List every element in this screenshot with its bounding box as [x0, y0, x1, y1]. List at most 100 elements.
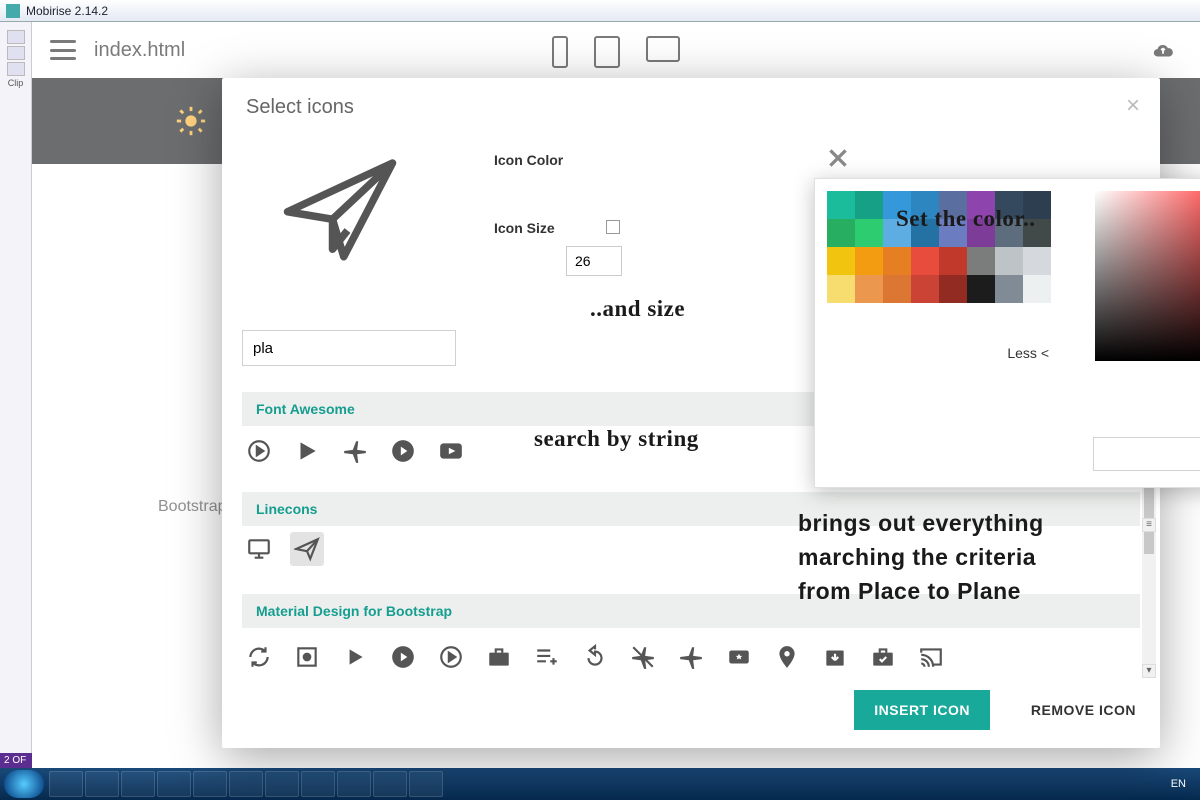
play-circle-outline-icon[interactable] — [434, 640, 468, 674]
taskbar-item[interactable] — [49, 771, 83, 797]
icon-search-input[interactable] — [242, 330, 456, 366]
replay-icon[interactable] — [578, 640, 612, 674]
color-swatch[interactable] — [883, 247, 911, 275]
popover-close-icon[interactable] — [825, 145, 851, 171]
youtube-play-icon[interactable] — [434, 434, 468, 468]
icon-preview — [260, 138, 420, 278]
play-circle-filled-icon[interactable] — [386, 640, 420, 674]
color-swatch[interactable] — [827, 191, 855, 219]
color-swatch[interactable] — [967, 191, 995, 219]
refresh-icon[interactable] — [242, 640, 276, 674]
play-circle-solid-icon[interactable] — [386, 434, 420, 468]
briefcase-check-icon[interactable] — [866, 640, 900, 674]
insert-icon-button[interactable]: INSERT ICON — [854, 690, 990, 730]
app-surface: index.html Bootstrap ... of t ... frar .… — [32, 22, 1200, 768]
paper-plane-icon — [270, 148, 410, 268]
app-logo-icon — [6, 4, 20, 18]
play-solid-icon[interactable] — [290, 434, 324, 468]
clipboard-label: Clip — [0, 78, 31, 88]
color-swatch[interactable] — [827, 247, 855, 275]
archive-down-icon[interactable] — [818, 640, 852, 674]
color-swatch[interactable] — [939, 247, 967, 275]
airplane-icon[interactable] — [674, 640, 708, 674]
scrollbar-down[interactable]: ▾ — [1142, 664, 1156, 678]
icon-size-input[interactable] — [566, 246, 622, 276]
color-swatch[interactable] — [911, 219, 939, 247]
modal-title: Select icons — [222, 78, 1160, 127]
taskbar-item[interactable] — [85, 771, 119, 797]
briefcase-icon[interactable] — [482, 640, 516, 674]
icon-size-checkbox[interactable] — [606, 220, 620, 234]
taskbar-item[interactable] — [337, 771, 371, 797]
display-icon[interactable] — [242, 532, 276, 566]
annotation-and-size: ..and size — [590, 296, 685, 322]
taskbar-language[interactable]: EN — [1161, 778, 1196, 790]
less-colors-link[interactable]: Less < — [827, 345, 1049, 361]
taskbar-item[interactable] — [229, 771, 263, 797]
color-swatch[interactable] — [967, 247, 995, 275]
color-swatch[interactable] — [995, 275, 1023, 303]
airplane-off-icon[interactable] — [626, 640, 660, 674]
color-swatch[interactable] — [967, 219, 995, 247]
icon-row-linecons — [242, 532, 324, 566]
annotation-search: search by string — [534, 426, 699, 452]
local-play-icon[interactable] — [722, 640, 756, 674]
color-swatch[interactable] — [827, 219, 855, 247]
play-circle-outline-icon[interactable] — [242, 434, 276, 468]
playlist-add-icon[interactable] — [530, 640, 564, 674]
icon-row-fontawesome — [242, 434, 468, 468]
word-statusbar: 2 OF — [0, 753, 32, 768]
icon-color-label: Icon Color — [494, 152, 563, 168]
modal-close-button[interactable]: × — [1126, 92, 1140, 120]
color-swatch[interactable] — [855, 219, 883, 247]
color-swatch[interactable] — [967, 275, 995, 303]
windows-taskbar[interactable]: EN — [0, 768, 1200, 800]
color-hex-input[interactable] — [1093, 437, 1200, 471]
color-swatch[interactable] — [995, 219, 1023, 247]
taskbar-item[interactable] — [409, 771, 443, 797]
office-ribbon-strip: Clip — [0, 22, 32, 768]
color-swatch[interactable] — [855, 191, 883, 219]
color-picker-popover: Less < ✕ — [814, 178, 1200, 488]
color-swatch[interactable] — [911, 275, 939, 303]
remove-icon-button[interactable]: REMOVE ICON — [1031, 690, 1136, 730]
play-arrow-icon[interactable] — [338, 640, 372, 674]
color-swatch[interactable] — [883, 275, 911, 303]
plane-icon[interactable] — [338, 434, 372, 468]
color-swatch[interactable] — [1023, 247, 1051, 275]
cast-icon[interactable] — [914, 640, 948, 674]
category-header-linecons[interactable]: Linecons — [242, 492, 1140, 526]
scrollbar-marker: ≡ — [1142, 518, 1156, 532]
paper-plane-icon[interactable] — [290, 532, 324, 566]
taskbar-item[interactable] — [373, 771, 407, 797]
color-swatch[interactable] — [1023, 191, 1051, 219]
taskbar-item[interactable] — [265, 771, 299, 797]
category-header-mdb[interactable]: Material Design for Bootstrap — [242, 594, 1140, 628]
color-swatch[interactable] — [995, 247, 1023, 275]
color-swatch[interactable] — [911, 191, 939, 219]
os-titlebar: Mobirise 2.14.2 — [0, 0, 1200, 22]
taskbar-item[interactable] — [193, 771, 227, 797]
taskbar-item[interactable] — [121, 771, 155, 797]
brightness-icon[interactable] — [290, 640, 324, 674]
window-title: Mobirise 2.14.2 — [26, 4, 108, 18]
color-swatch[interactable] — [939, 191, 967, 219]
color-swatch[interactable] — [883, 219, 911, 247]
place-icon[interactable] — [770, 640, 804, 674]
icon-row-mdb — [242, 640, 948, 674]
color-swatch[interactable] — [939, 219, 967, 247]
color-swatch[interactable] — [883, 191, 911, 219]
color-swatch[interactable] — [855, 275, 883, 303]
color-swatch[interactable] — [855, 247, 883, 275]
taskbar-item[interactable] — [301, 771, 335, 797]
color-swatch[interactable] — [939, 275, 967, 303]
color-swatch-grid — [827, 191, 1051, 303]
start-button[interactable] — [4, 770, 44, 798]
color-swatch[interactable] — [1023, 275, 1051, 303]
color-swatch[interactable] — [827, 275, 855, 303]
taskbar-item[interactable] — [157, 771, 191, 797]
color-swatch[interactable] — [995, 191, 1023, 219]
saturation-lightness-area[interactable] — [1095, 191, 1200, 361]
color-swatch[interactable] — [911, 247, 939, 275]
color-swatch[interactable] — [1023, 219, 1051, 247]
